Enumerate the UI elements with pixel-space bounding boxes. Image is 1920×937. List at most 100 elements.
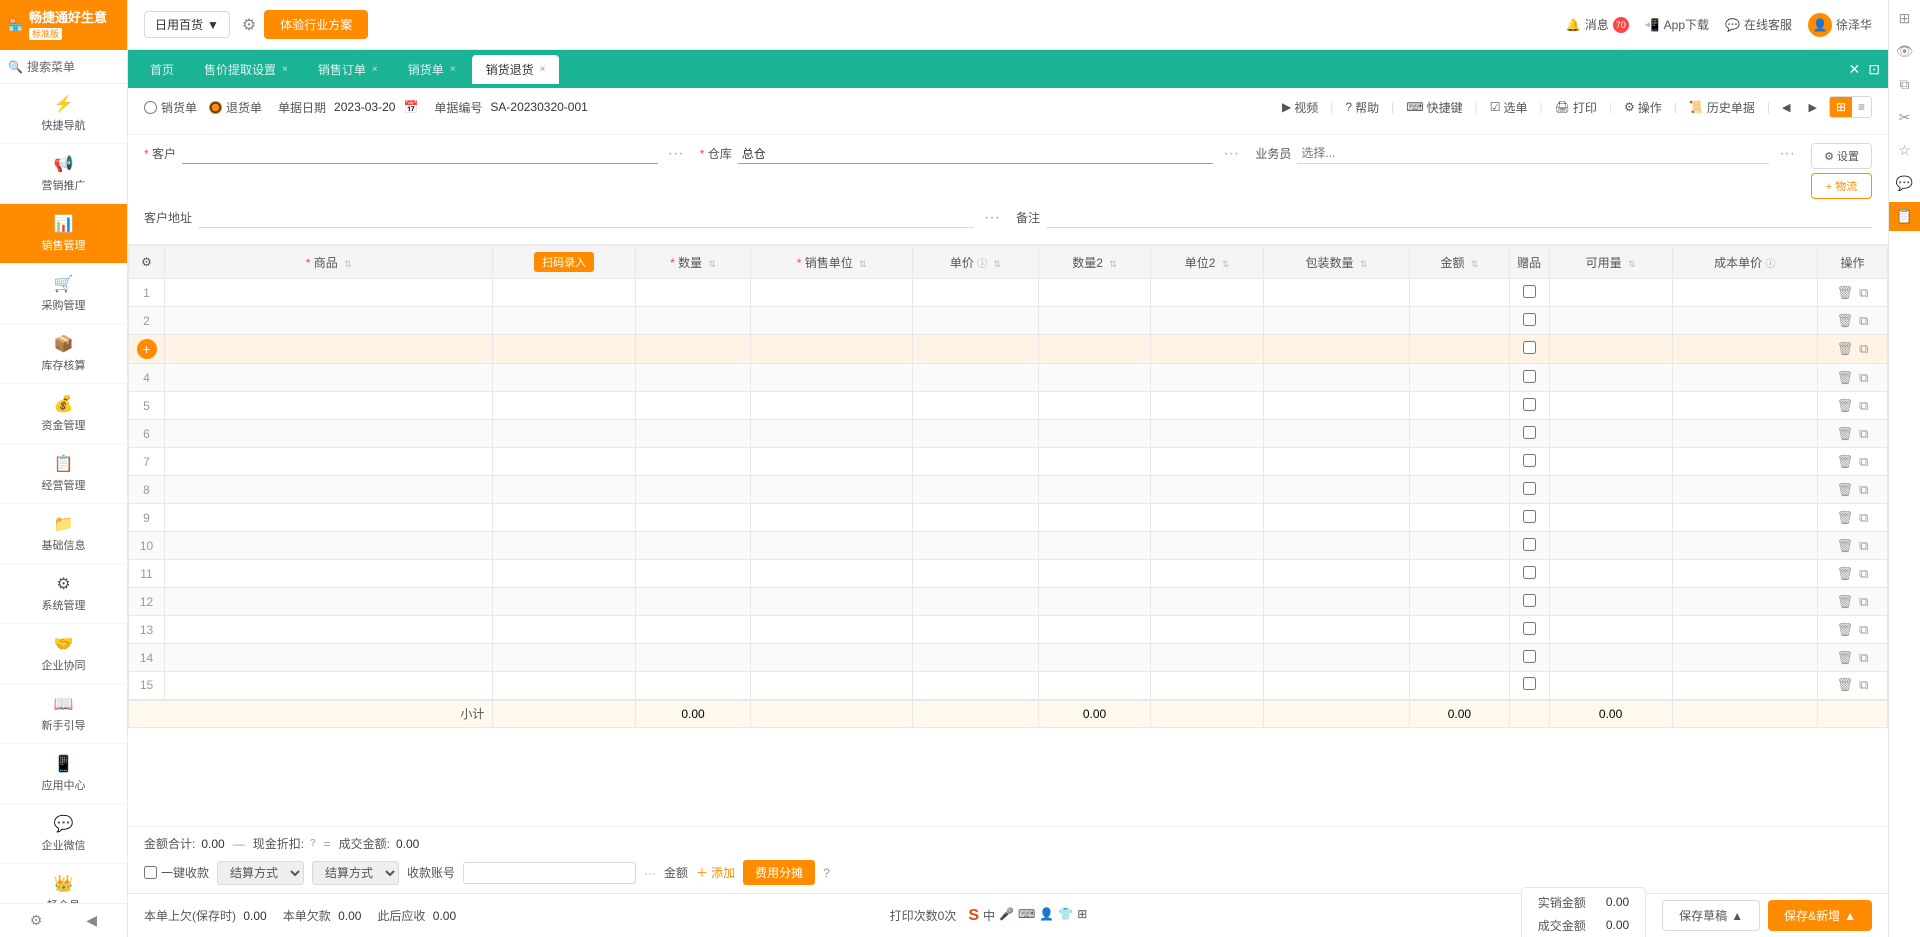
online-service-btn[interactable]: 💬 在线客服: [1725, 16, 1792, 33]
sidebar-item-app-center[interactable]: 📱 应用中心: [0, 744, 127, 804]
col-unit-price-sort[interactable]: ⇅: [994, 259, 1002, 269]
customer-dots[interactable]: ···: [668, 145, 684, 163]
copy-icon[interactable]: ⧉: [1859, 650, 1868, 666]
account-dots[interactable]: ···: [644, 866, 656, 880]
copy-icon-2[interactable]: ⧉: [1859, 313, 1868, 329]
col-available-sort[interactable]: ⇅: [1628, 259, 1636, 269]
radio-sales-return-input[interactable]: [209, 101, 222, 114]
copy-icon[interactable]: ⧉: [1859, 482, 1868, 498]
right-panel-scissors[interactable]: ✂: [1893, 103, 1917, 132]
copy-icon[interactable]: ⧉: [1859, 622, 1868, 638]
sidebar-item-operations[interactable]: 📋 经营管理: [0, 444, 127, 504]
right-panel-eye[interactable]: 👁: [1890, 37, 1920, 66]
delete-icon[interactable]: 🗑: [1837, 566, 1854, 582]
copy-icon-1[interactable]: ⧉: [1859, 285, 1868, 301]
maximize-icon[interactable]: ⊡: [1868, 61, 1880, 78]
gift-checkbox-3[interactable]: [1523, 341, 1536, 354]
video-btn[interactable]: ▶ 视频: [1276, 97, 1324, 118]
delete-icon[interactable]: 🗑: [1837, 426, 1854, 442]
experience-btn[interactable]: 体验行业方案: [264, 10, 368, 39]
prev-record-btn[interactable]: ◀: [1776, 99, 1796, 116]
add-row-btn[interactable]: +: [137, 339, 157, 359]
sidebar-item-enterprise-wechat[interactable]: 💬 企业微信: [0, 804, 127, 864]
tab-sales-order[interactable]: 销售订单 ×: [304, 55, 392, 84]
col-product-sort[interactable]: ⇅: [344, 259, 352, 269]
tab-sales-return-close[interactable]: ×: [540, 64, 546, 75]
help-btn[interactable]: ? 帮助: [1339, 97, 1385, 118]
qty-cell-3[interactable]: [635, 335, 750, 364]
app-download-btn[interactable]: 📲 App下载: [1645, 16, 1709, 33]
select-btn[interactable]: ☑ 选单: [1484, 97, 1534, 118]
copy-icon[interactable]: ⧉: [1859, 370, 1868, 386]
right-panel-form[interactable]: 📋: [1889, 202, 1920, 231]
sidebar-item-basic-info[interactable]: 📁 基础信息: [0, 504, 127, 564]
col-pack-qty-sort[interactable]: ⇅: [1360, 259, 1368, 269]
sidebar-item-finance[interactable]: 💰 资金管理: [0, 384, 127, 444]
col-amount-sort[interactable]: ⇅: [1471, 259, 1479, 269]
sidebar-item-quick-nav[interactable]: ⚡ 快捷导航: [0, 84, 127, 144]
product-input-3[interactable]: [171, 342, 486, 356]
settlement-method-select[interactable]: 结算方式: [217, 861, 304, 885]
collapse-icon[interactable]: ◀: [86, 912, 97, 929]
settings-footer-icon[interactable]: ⚙: [30, 912, 43, 929]
right-panel-chat[interactable]: 💬: [1890, 169, 1919, 198]
address-input[interactable]: [198, 207, 974, 228]
logistics-action-btn[interactable]: + 物流: [1811, 173, 1872, 199]
delete-icon[interactable]: 🗑: [1837, 454, 1854, 470]
tab-sales-delivery-close[interactable]: ×: [450, 64, 456, 75]
cash-discount-info[interactable]: ?: [310, 838, 316, 849]
right-panel-expand[interactable]: ⊞: [1893, 4, 1917, 33]
col-unit2-sort[interactable]: ⇅: [1222, 259, 1230, 269]
sidebar-item-purchase[interactable]: 🛒 采购管理: [0, 264, 127, 324]
split-help-icon[interactable]: ?: [823, 866, 830, 880]
save-draft-btn[interactable]: 保存草稿 ▲: [1662, 900, 1760, 931]
tab-price-settings-close[interactable]: ×: [282, 64, 288, 75]
history-btn[interactable]: 📜 历史单据: [1683, 97, 1761, 118]
salesperson-dots[interactable]: ···: [1779, 145, 1795, 163]
warehouse-input[interactable]: [738, 143, 1214, 164]
warehouse-dots[interactable]: ···: [1223, 145, 1239, 163]
sidebar-item-marketing[interactable]: 📢 营销推广: [0, 144, 127, 204]
delete-icon[interactable]: 🗑: [1837, 650, 1854, 666]
col-qty-sort[interactable]: ⇅: [708, 259, 716, 269]
right-panel-copy[interactable]: ⧉: [1894, 70, 1916, 99]
gift-cell-2[interactable]: [1509, 307, 1549, 335]
radio-sales-delivery[interactable]: 销货单: [144, 99, 197, 116]
sidebar-item-sales[interactable]: 📊 销售管理: [0, 204, 127, 264]
account-input[interactable]: [463, 862, 636, 884]
copy-icon[interactable]: ⧉: [1859, 566, 1868, 582]
tab-price-settings[interactable]: 售价提取设置 ×: [190, 55, 302, 84]
delete-icon-3[interactable]: 🗑: [1837, 341, 1854, 357]
sidebar-item-system[interactable]: ⚙ 系统管理: [0, 564, 127, 624]
qty-cell-2[interactable]: [635, 307, 750, 335]
copy-icon[interactable]: ⧉: [1859, 677, 1868, 693]
qty-cell-1[interactable]: [635, 279, 750, 307]
operate-btn[interactable]: ⚙ 操作: [1618, 97, 1668, 118]
dropdown-arrow[interactable]: ▲: [1731, 909, 1743, 923]
product-cell-3[interactable]: [165, 335, 493, 364]
sidebar-item-enterprise[interactable]: 🤝 企业协同: [0, 624, 127, 684]
radio-sales-return[interactable]: 退货单: [209, 99, 262, 116]
gift-checkbox-1[interactable]: [1523, 285, 1536, 298]
copy-icon[interactable]: ⧉: [1859, 454, 1868, 470]
grid-view-btn[interactable]: ⊞: [1830, 97, 1852, 117]
salesperson-input[interactable]: [1297, 143, 1769, 164]
delete-icon[interactable]: 🗑: [1837, 622, 1854, 638]
add-fee-btn[interactable]: ＋ 添加: [696, 864, 735, 881]
print-btn[interactable]: 🖨 打印: [1549, 97, 1603, 118]
dropdown-arrow-new[interactable]: ▲: [1844, 909, 1856, 923]
search-menu[interactable]: 🔍 搜索菜单: [0, 50, 127, 84]
user-profile[interactable]: 👤 徐泽华: [1808, 13, 1872, 37]
calendar-icon[interactable]: 📅: [403, 100, 418, 114]
delete-icon[interactable]: 🗑: [1837, 510, 1854, 526]
copy-icon[interactable]: ⧉: [1859, 426, 1868, 442]
gift-cell-1[interactable]: [1509, 279, 1549, 307]
payment-method-select[interactable]: 结算方式: [312, 861, 399, 885]
tab-sales-delivery[interactable]: 销货单 ×: [394, 55, 470, 84]
save-new-btn[interactable]: 保存&新增 ▲: [1768, 900, 1872, 931]
delete-icon[interactable]: 🗑: [1837, 398, 1854, 414]
gift-checkbox-2[interactable]: [1523, 313, 1536, 326]
next-record-btn[interactable]: ▶: [1802, 99, 1822, 116]
barcode-btn[interactable]: 扫码录入: [534, 252, 594, 272]
radio-sales-delivery-input[interactable]: [144, 101, 157, 114]
